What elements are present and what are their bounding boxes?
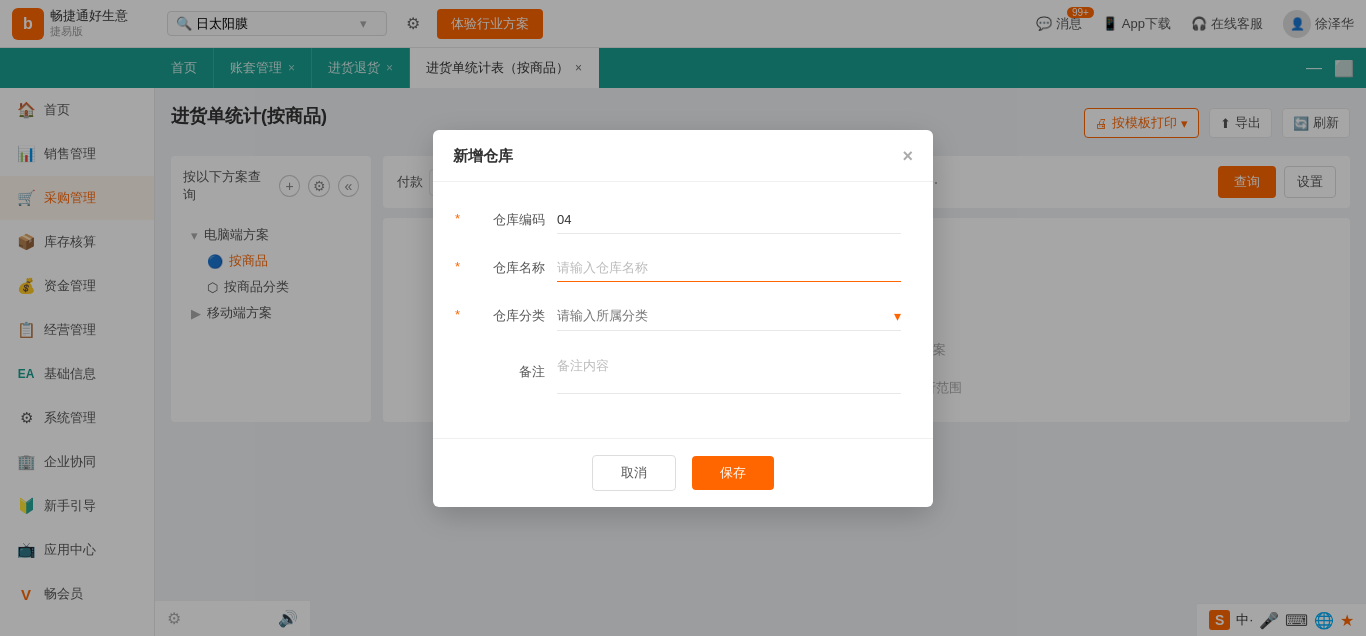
note-textarea[interactable] xyxy=(557,351,901,394)
dialog-close-button[interactable]: × xyxy=(902,146,913,167)
cancel-button[interactable]: 取消 xyxy=(592,455,676,491)
category-dropdown-icon: ▾ xyxy=(894,308,901,324)
warehouse-category-label: 仓库分类 xyxy=(465,307,545,325)
dialog-title: 新增仓库 xyxy=(453,147,513,166)
form-row-note: 备注 xyxy=(465,351,901,394)
warehouse-category-select[interactable]: ▾ xyxy=(557,302,901,331)
note-label: 备注 xyxy=(465,363,545,381)
warehouse-category-input[interactable] xyxy=(557,308,894,323)
warehouse-code-input[interactable] xyxy=(557,206,901,234)
dialog-body: 仓库编码 仓库名称 仓库分类 ▾ 备注 xyxy=(433,182,933,438)
form-row-warehouse-code: 仓库编码 xyxy=(465,206,901,234)
form-row-warehouse-name: 仓库名称 xyxy=(465,254,901,282)
warehouse-name-label: 仓库名称 xyxy=(465,259,545,277)
warehouse-code-label: 仓库编码 xyxy=(465,211,545,229)
form-row-warehouse-category: 仓库分类 ▾ xyxy=(465,302,901,331)
dialog-footer: 取消 保存 xyxy=(433,438,933,507)
warehouse-name-input[interactable] xyxy=(557,254,901,282)
modal-overlay: 新增仓库 × 仓库编码 仓库名称 仓库分类 ▾ xyxy=(0,0,1366,636)
dialog-header: 新增仓库 × xyxy=(433,130,933,182)
new-warehouse-dialog: 新增仓库 × 仓库编码 仓库名称 仓库分类 ▾ xyxy=(433,130,933,507)
save-button[interactable]: 保存 xyxy=(692,456,774,490)
